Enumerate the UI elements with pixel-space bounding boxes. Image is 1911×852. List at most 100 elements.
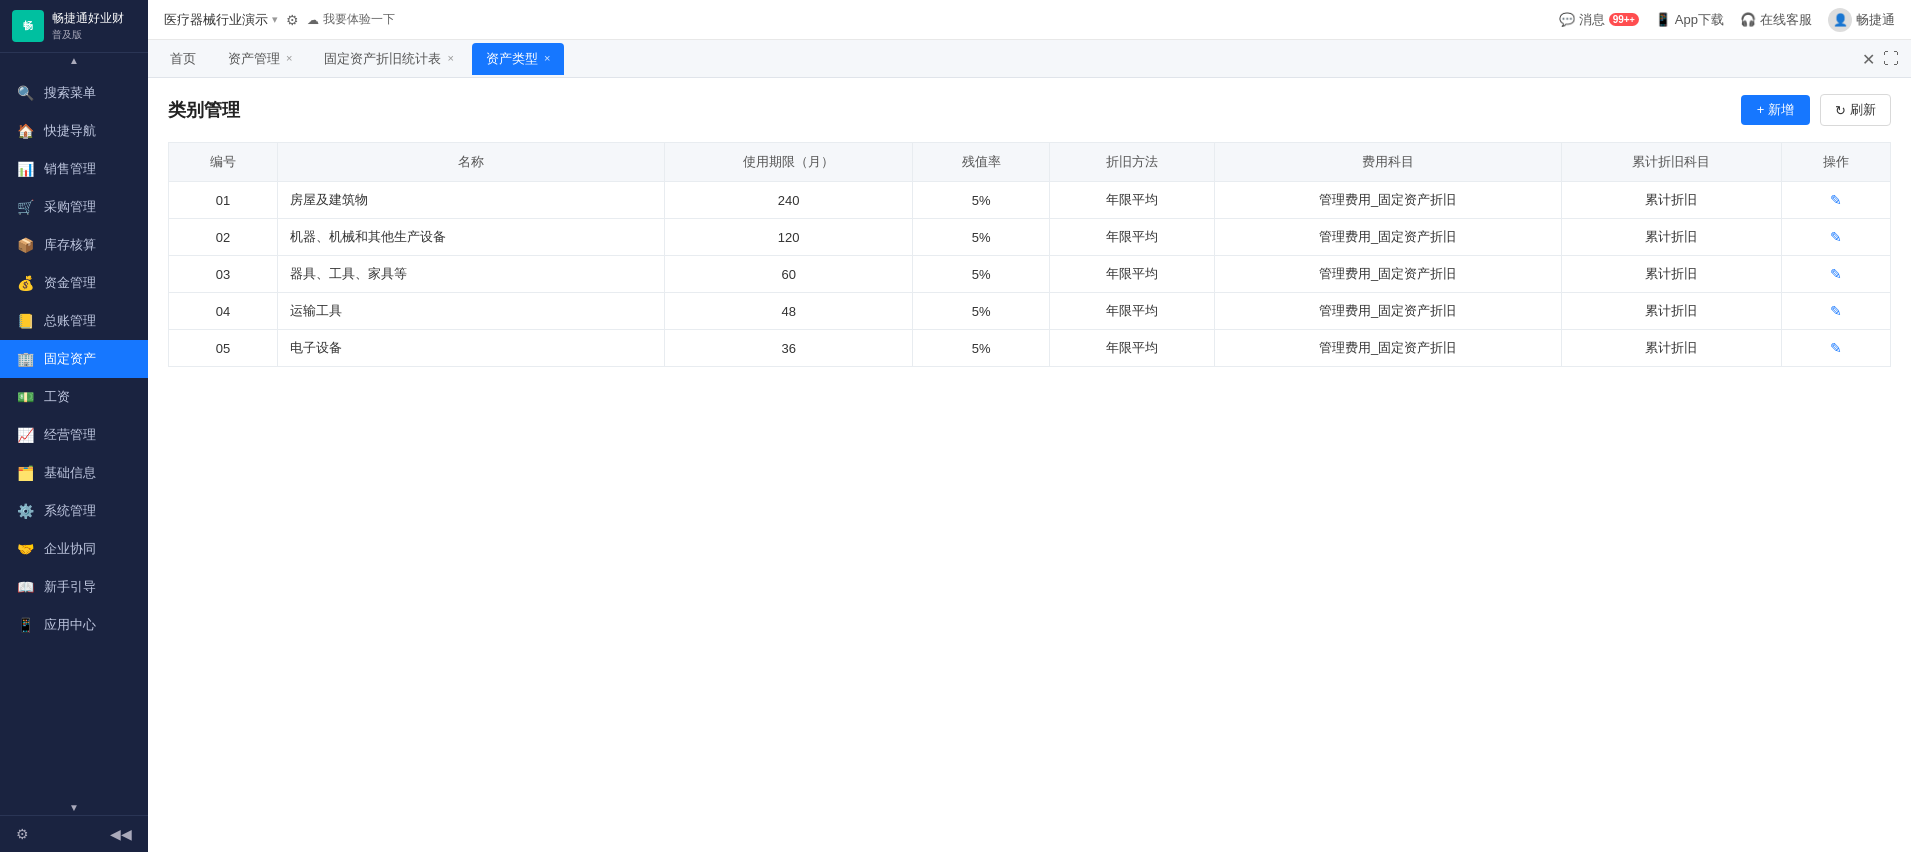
cell-residual: 5%	[913, 293, 1050, 330]
cell-method: 年限平均	[1050, 219, 1215, 256]
message-btn[interactable]: 💬 消息 99++	[1559, 11, 1639, 29]
cell-accumulated: 累计折旧	[1561, 219, 1781, 256]
module-settings-icon[interactable]: ⚙	[286, 12, 299, 28]
cell-accumulated: 累计折旧	[1561, 182, 1781, 219]
tab-asset-mgmt[interactable]: 资产管理×	[214, 43, 306, 75]
cell-code: 03	[169, 256, 278, 293]
topbar: 医疗器械行业演示 ▾ ⚙ ☁ 我要体验一下 💬 消息 99++ 📱 App下载 …	[148, 0, 1911, 40]
cell-action[interactable]: ✎	[1781, 256, 1890, 293]
refresh-button[interactable]: ↻ 刷新	[1820, 94, 1891, 126]
scroll-down-arrow[interactable]: ▼	[0, 800, 148, 815]
module-chevron-icon: ▾	[272, 13, 278, 26]
sidebar-collapse-icon[interactable]: ◀◀	[110, 826, 132, 842]
sidebar-item-label: 搜索菜单	[44, 84, 96, 102]
cell-period: 120	[665, 219, 913, 256]
edit-icon[interactable]: ✎	[1830, 266, 1842, 282]
tab-home[interactable]: 首页	[156, 43, 210, 75]
maximize-btn[interactable]: ⛶	[1883, 50, 1899, 68]
sidebar-item-label: 新手引导	[44, 578, 96, 596]
sidebar-item-enterprise[interactable]: 🤝 企业协同	[0, 530, 148, 568]
sidebar-item-purchase[interactable]: 🛒 采购管理	[0, 188, 148, 226]
data-table: 编号名称使用期限（月）残值率折旧方法费用科目累计折旧科目操作 01房屋及建筑物2…	[168, 142, 1891, 367]
sidebar-item-app-center[interactable]: 📱 应用中心	[0, 606, 148, 644]
tabbar-actions: ✕ ⛶	[1862, 49, 1899, 68]
sidebar-settings-icon[interactable]: ⚙	[16, 826, 29, 842]
add-button[interactable]: + 新增	[1741, 95, 1810, 125]
cell-method: 年限平均	[1050, 182, 1215, 219]
module-label: 医疗器械行业演示	[164, 11, 268, 29]
sidebar-header: 畅 畅捷通好业财 普及版	[0, 0, 148, 53]
col-header-accumulated: 累计折旧科目	[1561, 143, 1781, 182]
scroll-up-arrow[interactable]: ▲	[0, 53, 148, 68]
col-header-method: 折旧方法	[1050, 143, 1215, 182]
tab-depreciation[interactable]: 固定资产折旧统计表×	[310, 43, 467, 75]
topbar-left: 医疗器械行业演示 ▾ ⚙ ☁ 我要体验一下	[164, 11, 1547, 29]
app-logo: 畅	[12, 10, 44, 42]
cell-period: 48	[665, 293, 913, 330]
sidebar-item-salary[interactable]: 💵 工资	[0, 378, 148, 416]
cell-accumulated: 累计折旧	[1561, 330, 1781, 367]
user-menu[interactable]: 👤 畅捷通	[1828, 8, 1895, 32]
sidebar-item-system[interactable]: ⚙️ 系统管理	[0, 492, 148, 530]
topbar-right: 💬 消息 99++ 📱 App下载 🎧 在线客服 👤 畅捷通	[1559, 8, 1895, 32]
operations-icon: 📈	[16, 426, 34, 444]
table-row: 02机器、机械和其他生产设备1205%年限平均管理费用_固定资产折旧累计折旧✎	[169, 219, 1891, 256]
edit-icon[interactable]: ✎	[1830, 192, 1842, 208]
cell-expense: 管理费用_固定资产折旧	[1214, 293, 1561, 330]
cell-period: 36	[665, 330, 913, 367]
sidebar-item-search[interactable]: 🔍 搜索菜单	[0, 74, 148, 112]
sidebar-nav: 🔍 搜索菜单 🏠 快捷导航 📊 销售管理 🛒 采购管理 📦 库存核算 💰 资金管…	[0, 68, 148, 800]
online-service-btn[interactable]: 🎧 在线客服	[1740, 11, 1812, 29]
module-selector[interactable]: 医疗器械行业演示 ▾	[164, 11, 278, 29]
sidebar-item-newbie[interactable]: 📖 新手引导	[0, 568, 148, 606]
funds-icon: 💰	[16, 274, 34, 292]
tab-close-depreciation[interactable]: ×	[447, 53, 453, 64]
edit-icon[interactable]: ✎	[1830, 229, 1842, 245]
try-button[interactable]: ☁ 我要体验一下	[307, 11, 395, 28]
cell-method: 年限平均	[1050, 256, 1215, 293]
purchase-icon: 🛒	[16, 198, 34, 216]
ledger-icon: 📒	[16, 312, 34, 330]
sidebar-item-quick-nav[interactable]: 🏠 快捷导航	[0, 112, 148, 150]
app-title-block: 畅捷通好业财 普及版	[52, 11, 124, 42]
sidebar-item-funds[interactable]: 💰 资金管理	[0, 264, 148, 302]
content-area: 类别管理 + 新增 ↻ 刷新 编号名称使用期限（月）残值率折旧方法费用科目累计折…	[148, 78, 1911, 852]
sidebar-item-inventory[interactable]: 📦 库存核算	[0, 226, 148, 264]
cell-action[interactable]: ✎	[1781, 293, 1890, 330]
sidebar-item-basic-info[interactable]: 🗂️ 基础信息	[0, 454, 148, 492]
col-header-period: 使用期限（月）	[665, 143, 913, 182]
tab-close-asset-type[interactable]: ×	[544, 53, 550, 64]
sidebar-item-sales[interactable]: 📊 销售管理	[0, 150, 148, 188]
cell-method: 年限平均	[1050, 293, 1215, 330]
cell-action[interactable]: ✎	[1781, 330, 1890, 367]
sales-icon: 📊	[16, 160, 34, 178]
edit-icon[interactable]: ✎	[1830, 340, 1842, 356]
cell-expense: 管理费用_固定资产折旧	[1214, 182, 1561, 219]
quick-nav-icon: 🏠	[16, 122, 34, 140]
search-icon: 🔍	[16, 84, 34, 102]
fixed-assets-icon: 🏢	[16, 350, 34, 368]
cloud-icon: ☁	[307, 13, 319, 27]
col-header-residual: 残值率	[913, 143, 1050, 182]
edit-icon[interactable]: ✎	[1830, 303, 1842, 319]
sidebar-item-ledger[interactable]: 📒 总账管理	[0, 302, 148, 340]
tab-close-asset-mgmt[interactable]: ×	[286, 53, 292, 64]
table-body: 01房屋及建筑物2405%年限平均管理费用_固定资产折旧累计折旧✎02机器、机械…	[169, 182, 1891, 367]
app-download-btn[interactable]: 📱 App下载	[1655, 11, 1724, 29]
cell-expense: 管理费用_固定资产折旧	[1214, 256, 1561, 293]
content-header: 类别管理 + 新增 ↻ 刷新	[168, 94, 1891, 126]
newbie-icon: 📖	[16, 578, 34, 596]
cell-action[interactable]: ✎	[1781, 182, 1890, 219]
tab-asset-type[interactable]: 资产类型×	[472, 43, 564, 75]
inventory-icon: 📦	[16, 236, 34, 254]
message-badge: 99++	[1609, 13, 1639, 26]
sidebar-item-label: 工资	[44, 388, 70, 406]
cell-name: 电子设备	[278, 330, 665, 367]
sidebar-item-operations[interactable]: 📈 经营管理	[0, 416, 148, 454]
sidebar-item-fixed-assets[interactable]: 🏢 固定资产	[0, 340, 148, 378]
close-window-btn[interactable]: ✕	[1862, 49, 1875, 68]
app-center-icon: 📱	[16, 616, 34, 634]
cell-action[interactable]: ✎	[1781, 219, 1890, 256]
sidebar-item-label: 快捷导航	[44, 122, 96, 140]
col-header-action: 操作	[1781, 143, 1890, 182]
